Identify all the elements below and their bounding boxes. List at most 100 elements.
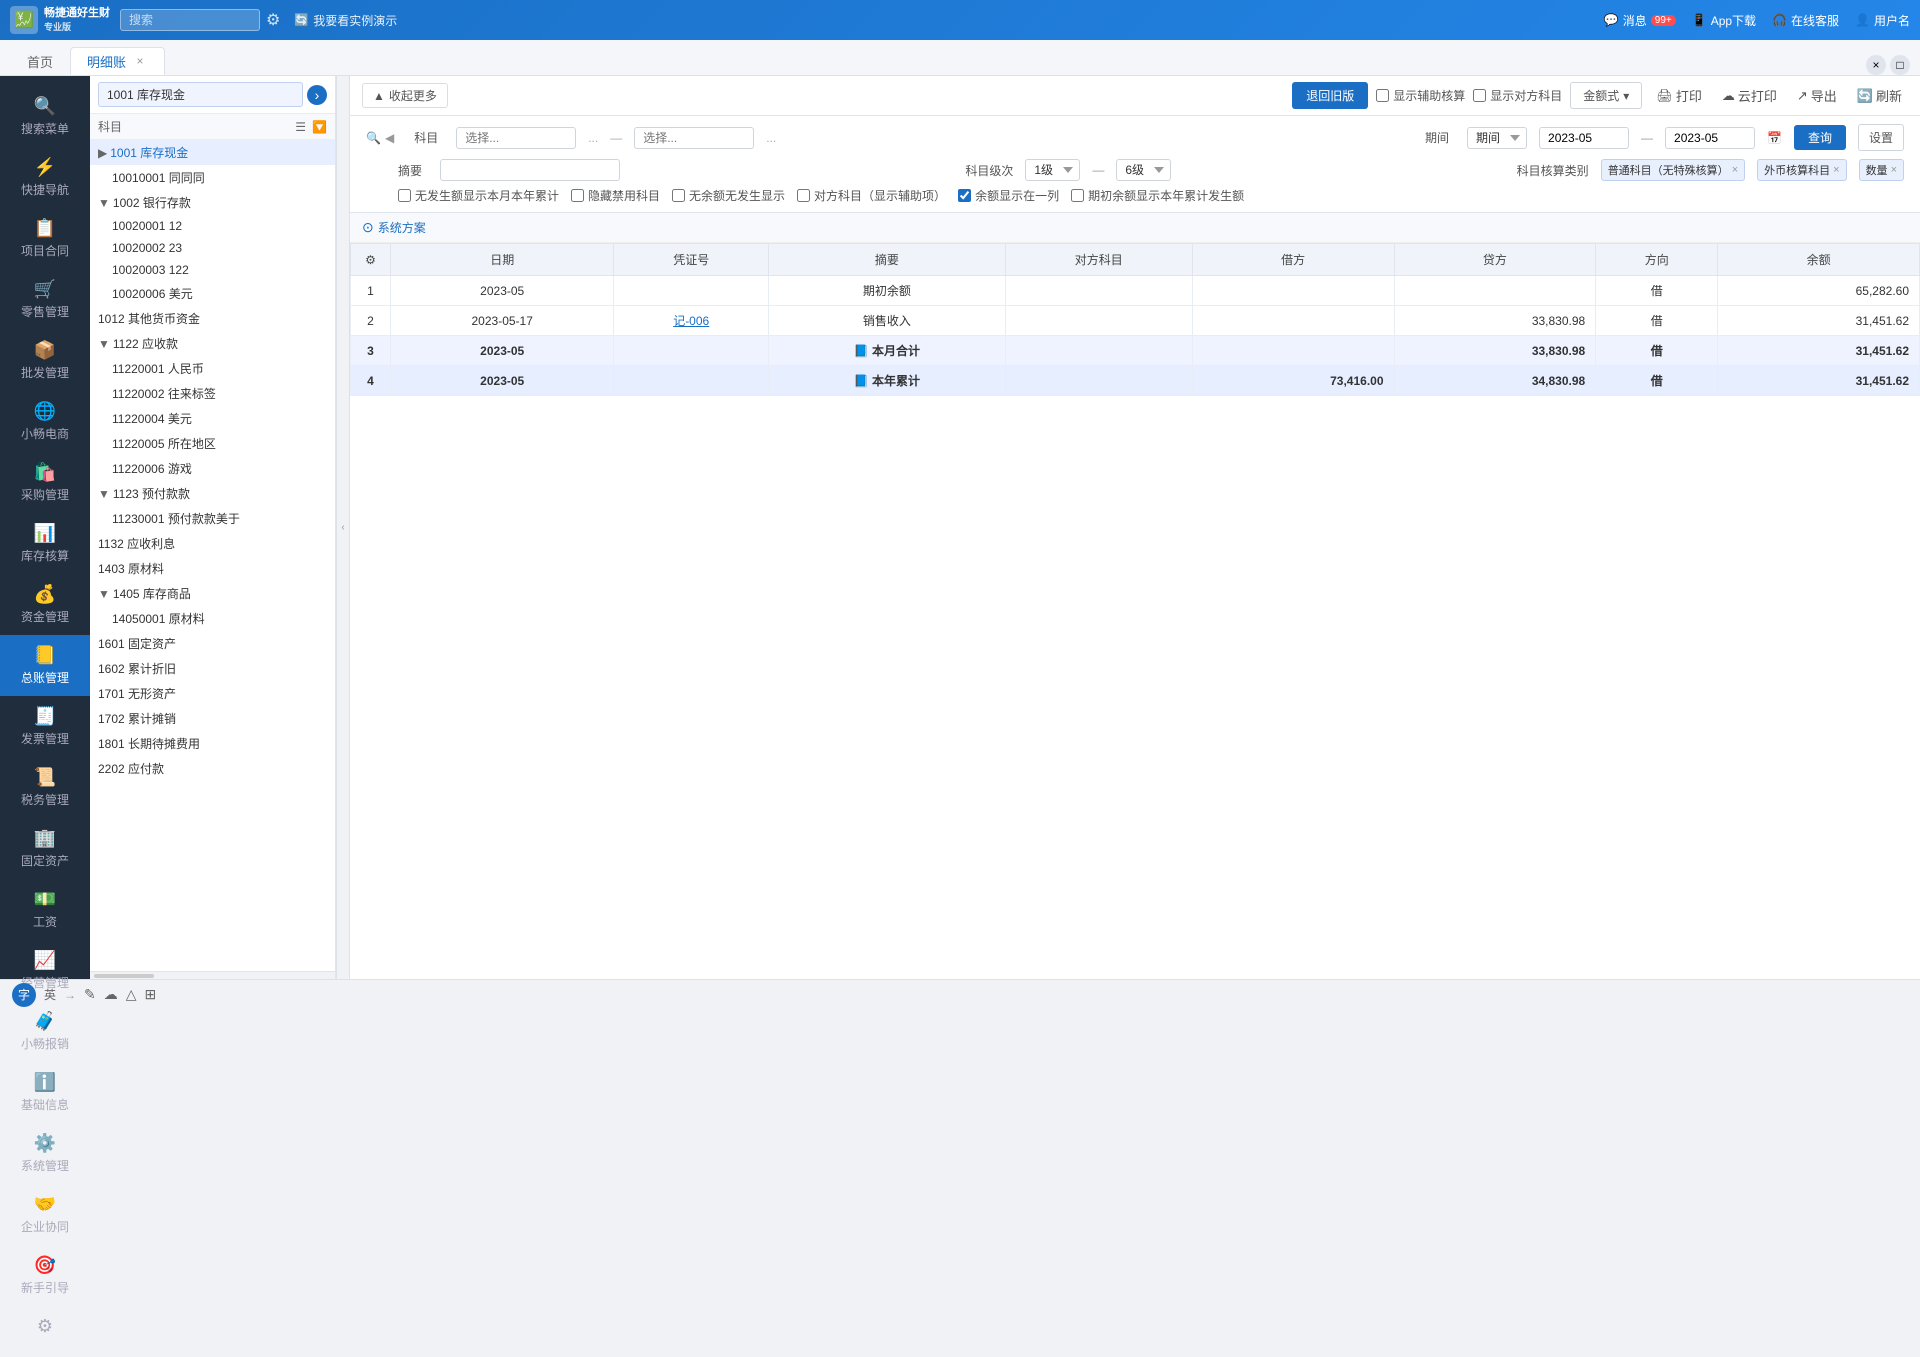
tree-item-11220005[interactable]: 11220005 所在地区 bbox=[90, 431, 335, 456]
cb-contra[interactable]: 对方科目（显示辅助项） bbox=[797, 187, 946, 204]
subject-input-from[interactable] bbox=[456, 127, 576, 149]
level-to-select[interactable]: 6级 bbox=[1116, 159, 1171, 181]
refresh-btn[interactable]: 🔄 刷新 bbox=[1851, 82, 1908, 109]
tree-item-10020006[interactable]: 10020006 美元 bbox=[90, 281, 335, 306]
filter-settings-btn[interactable]: 设置 bbox=[1858, 124, 1904, 151]
category-tag-2[interactable]: 外币核算科目 × bbox=[1757, 159, 1846, 181]
sidebar-item-guide[interactable]: 🎯 新手引导 bbox=[0, 1245, 90, 1306]
period-mode-select[interactable]: 期间 bbox=[1467, 127, 1527, 149]
return-old-btn[interactable]: 退回旧版 bbox=[1292, 82, 1368, 109]
tree-item-2202[interactable]: 2202 应付款 bbox=[90, 756, 335, 781]
window-maximize-btn[interactable]: □ bbox=[1890, 55, 1910, 75]
top-search-input[interactable] bbox=[120, 9, 260, 31]
tree-item-14050001[interactable]: 14050001 原材料 bbox=[90, 606, 335, 631]
col-gear[interactable]: ⚙ bbox=[351, 244, 391, 276]
tree-item-1702[interactable]: 1702 累计摊销 bbox=[90, 706, 335, 731]
tab-detail[interactable]: 明细账 × bbox=[70, 47, 165, 75]
table-row[interactable]: 1 2023-05 期初余额 借 65,282.60 bbox=[351, 276, 1920, 306]
sidebar-item-wholesale[interactable]: 📦 批发管理 bbox=[0, 330, 90, 391]
level-from-select[interactable]: 1级 bbox=[1025, 159, 1080, 181]
tree-item-1002[interactable]: ▼1002 银行存款 bbox=[90, 190, 335, 215]
account-selected[interactable]: 1001 库存现金 bbox=[98, 82, 303, 107]
sidebar-item-project[interactable]: 📋 项目合同 bbox=[0, 208, 90, 269]
sidebar-item-stock[interactable]: 📊 库存核算 bbox=[0, 513, 90, 574]
sidebar-settings-btn[interactable]: ⚙ bbox=[0, 1306, 90, 1347]
tree-item-1122[interactable]: ▼1122 应收款 bbox=[90, 331, 335, 356]
tree-item-11220002[interactable]: 11220002 往来标签 bbox=[90, 381, 335, 406]
panel-collapse-handle[interactable]: ‹ bbox=[336, 76, 350, 979]
tree-item-1801[interactable]: 1801 长期待摊费用 bbox=[90, 731, 335, 756]
tree-item-1132[interactable]: 1132 应收利息 bbox=[90, 531, 335, 556]
cloud-print-btn[interactable]: ☁ 云打印 bbox=[1716, 82, 1783, 109]
tree-item-1403[interactable]: 1403 原材料 bbox=[90, 556, 335, 581]
tree-item-11220001[interactable]: 11220001 人民币 bbox=[90, 356, 335, 381]
tree-item-10020003[interactable]: 10020003 122 bbox=[90, 259, 335, 281]
collapse-left-btn[interactable]: ◀ bbox=[385, 131, 394, 145]
tree-item-11220006[interactable]: 11220006 游戏 bbox=[90, 456, 335, 481]
sidebar-item-retail[interactable]: 🛒 零售管理 bbox=[0, 269, 90, 330]
upload-icon[interactable]: △ bbox=[126, 986, 137, 1003]
account-panel-scrollbar[interactable] bbox=[90, 971, 335, 979]
user-avatar[interactable]: 👤 用户名 bbox=[1855, 12, 1910, 29]
period-end-input[interactable] bbox=[1665, 127, 1755, 149]
col-sort-icon[interactable]: ☰ bbox=[295, 120, 306, 134]
sidebar-item-cooperation[interactable]: 🤝 企业协同 bbox=[0, 1184, 90, 1245]
print-btn[interactable]: 🖨 打印 bbox=[1650, 82, 1708, 109]
sidebar-item-sysmanage[interactable]: ⚙️ 系统管理 bbox=[0, 1123, 90, 1184]
show-contra-checkbox[interactable]: 显示对方科目 bbox=[1473, 87, 1562, 104]
table-row[interactable]: 3 2023-05 📘 本月合计 33,830.98 借 31,451.62 bbox=[351, 336, 1920, 366]
tree-item-1701[interactable]: 1701 无形资产 bbox=[90, 681, 335, 706]
grid-icon[interactable]: ⊞ bbox=[145, 986, 157, 1003]
category-tag-1[interactable]: 普通科目（无特殊核算） × bbox=[1601, 159, 1745, 181]
sidebar-item-search[interactable]: 🔍 搜索菜单 bbox=[0, 86, 90, 147]
category-tag-3[interactable]: 数量 × bbox=[1859, 159, 1904, 181]
tree-item-1001[interactable]: ▶1001 库存现金 bbox=[90, 140, 335, 165]
sidebar-item-assets[interactable]: 🏢 固定资产 bbox=[0, 818, 90, 879]
tree-item-1601[interactable]: 1601 固定资产 bbox=[90, 631, 335, 656]
sidebar-item-quick[interactable]: ⚡ 快捷导航 bbox=[0, 147, 90, 208]
show-aux-checkbox[interactable]: 显示辅助核算 bbox=[1376, 87, 1465, 104]
amount-format-btn[interactable]: 金额式 ▾ bbox=[1570, 82, 1642, 109]
demo-link[interactable]: 🔄 我要看实例演示 bbox=[294, 12, 397, 29]
window-close-btn[interactable]: × bbox=[1866, 55, 1886, 75]
sidebar-item-reimbursement[interactable]: 🧳 小畅报销 bbox=[0, 1001, 90, 1062]
account-navigate-btn[interactable]: › bbox=[307, 85, 327, 105]
category-tag-2-close[interactable]: × bbox=[1833, 164, 1839, 176]
scheme-label[interactable]: 系统方案 bbox=[378, 219, 426, 236]
app-download-btn[interactable]: 📱 App下载 bbox=[1692, 12, 1756, 29]
cb-no-occur[interactable]: 无发生额显示本月本年累计 bbox=[398, 187, 559, 204]
sidebar-item-ecommerce[interactable]: 🌐 小畅电商 bbox=[0, 391, 90, 452]
cb-balance-col[interactable]: 余额显示在一列 bbox=[958, 187, 1059, 204]
translate-btn[interactable]: 字 bbox=[12, 983, 36, 1007]
online-service-btn[interactable]: 🎧 在线客服 bbox=[1772, 12, 1839, 29]
table-row[interactable]: 4 2023-05 📘 本年累计 73,416.00 34,830.98 借 3… bbox=[351, 366, 1920, 396]
sidebar-item-basic[interactable]: ℹ️ 基础信息 bbox=[0, 1062, 90, 1123]
calendar-icon[interactable]: 📅 bbox=[1767, 131, 1782, 145]
sidebar-item-purchase[interactable]: 🛍️ 采购管理 bbox=[0, 452, 90, 513]
tab-detail-close[interactable]: × bbox=[132, 53, 148, 69]
table-row[interactable]: 2 2023-05-17 记-006 销售收入 33,830.98 借 31,4… bbox=[351, 306, 1920, 336]
tree-item-1405[interactable]: ▼1405 库存商品 bbox=[90, 581, 335, 606]
col-filter-icon[interactable]: 🔽 bbox=[312, 120, 327, 134]
category-tag-1-close[interactable]: × bbox=[1732, 164, 1738, 176]
lang-en-btn[interactable]: 英 bbox=[44, 986, 56, 1003]
cloud-icon[interactable]: ☁ bbox=[104, 986, 118, 1003]
messages-btn[interactable]: 💬 消息 99+ bbox=[1604, 12, 1676, 29]
sidebar-item-finance[interactable]: 💰 资金管理 bbox=[0, 574, 90, 635]
tree-item-1012[interactable]: 1012 其他货币资金 bbox=[90, 306, 335, 331]
sidebar-item-salary[interactable]: 💵 工资 bbox=[0, 879, 90, 940]
export-btn[interactable]: ↗ 导出 bbox=[1791, 82, 1843, 109]
tree-item-10010001[interactable]: 10010001 同同同 bbox=[90, 165, 335, 190]
subject-input-to[interactable] bbox=[634, 127, 754, 149]
edit-icon[interactable]: ✎ bbox=[84, 986, 96, 1003]
category-tag-3-close[interactable]: × bbox=[1891, 164, 1897, 176]
tree-item-11230001[interactable]: 11230001 预付款款美于 bbox=[90, 506, 335, 531]
row-voucher[interactable]: 记-006 bbox=[614, 306, 769, 336]
tree-item-1602[interactable]: 1602 累计折旧 bbox=[90, 656, 335, 681]
tree-item-1123[interactable]: ▼1123 预付款款 bbox=[90, 481, 335, 506]
summary-input[interactable] bbox=[440, 159, 620, 181]
tree-item-10020002[interactable]: 10020002 23 bbox=[90, 237, 335, 259]
collapse-more-btn[interactable]: ▲ 收起更多 bbox=[362, 83, 448, 108]
sidebar-item-ledger[interactable]: 📒 总账管理 bbox=[0, 635, 90, 696]
cb-initial-carry[interactable]: 期初余额显示本年累计发生额 bbox=[1071, 187, 1244, 204]
